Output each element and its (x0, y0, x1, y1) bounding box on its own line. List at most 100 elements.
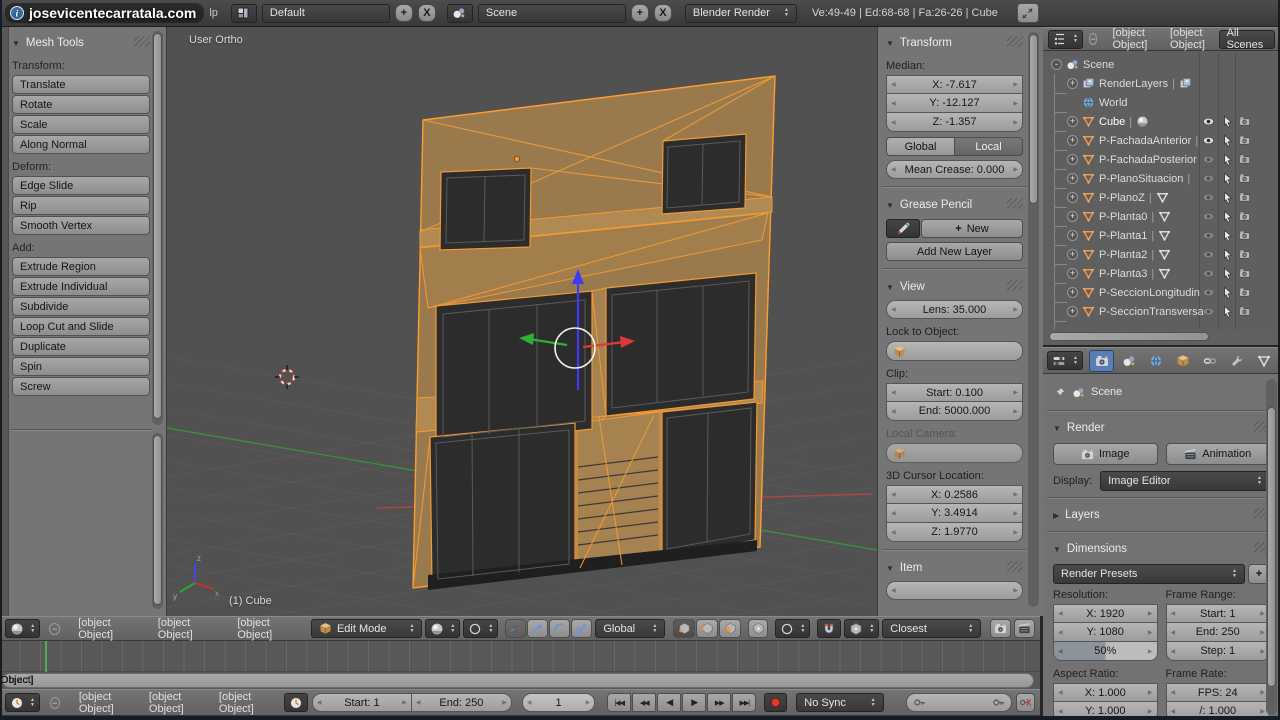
pushpin-icon[interactable] (1053, 386, 1066, 399)
selectable-pointer-icon[interactable] (1221, 267, 1234, 280)
current-frame-field[interactable]: 1 (521, 693, 596, 712)
expand-toggle-icon[interactable]: + (1067, 173, 1078, 184)
renderable-camera-icon[interactable] (1238, 305, 1251, 318)
tool-button[interactable]: Screw (12, 377, 150, 396)
limit-to-visible-button[interactable] (748, 619, 769, 638)
expand-toggle-icon[interactable]: + (1067, 268, 1078, 279)
timeline-editor-type-button[interactable] (5, 693, 40, 712)
aspect-field[interactable]: X: 1.000 (1053, 683, 1158, 702)
mesh-tools-panel-header[interactable]: ▼ Mesh Tools (12, 33, 150, 53)
outliner-row[interactable]: + P-Planta3 | (1043, 264, 1280, 284)
tool-button[interactable]: Along Normal (12, 135, 150, 154)
tool-button[interactable]: Loop Cut and Slide (12, 317, 150, 336)
play-reverse-button[interactable]: ◀ (657, 693, 682, 712)
tool-button[interactable]: Rip (12, 196, 150, 215)
dimensions-panel-header[interactable]: ▼ Dimensions (1053, 539, 1270, 559)
jump-to-start-button[interactable]: |◀◀ (607, 693, 632, 712)
properties-tab[interactable] (1116, 350, 1141, 372)
mean-crease-field[interactable]: Mean Crease: 0.000 (886, 160, 1023, 179)
outliner-row[interactable]: + P-FachadaPosterior | (1043, 150, 1280, 170)
play-button[interactable]: ▶ (682, 693, 707, 712)
selectable-pointer-icon[interactable] (1221, 153, 1234, 166)
previous-keyframe-button[interactable]: ◀◀ (632, 693, 657, 712)
expand-toggle-icon[interactable]: + (1067, 135, 1078, 146)
grease-pencil-panel-header[interactable]: ▼ Grease Pencil (886, 195, 1023, 215)
properties-tab[interactable] (1170, 350, 1195, 372)
timeline-menu-item[interactable]: [object Object] (210, 691, 280, 715)
scene-close-button[interactable]: X (653, 4, 672, 22)
outliner-row[interactable]: - Scene | (1043, 55, 1280, 74)
visibility-eye-icon[interactable] (1202, 172, 1215, 185)
select-face-button[interactable] (719, 619, 742, 638)
selectable-pointer-icon[interactable] (1221, 229, 1234, 242)
tool-button[interactable]: Subdivide (12, 297, 150, 316)
layout-close-button[interactable]: X (417, 4, 436, 22)
local-camera-field[interactable] (886, 443, 1023, 463)
tool-button[interactable]: Rotate (12, 95, 150, 114)
renderable-camera-icon[interactable] (1238, 191, 1251, 204)
outliner-row[interactable]: + P-Planta2 | (1043, 245, 1280, 265)
item-panel-header[interactable]: ▼ Item (886, 558, 1023, 578)
toolshelf-scrollbar2-thumb[interactable] (153, 435, 162, 605)
timeline-ruler[interactable]: [object Object][object Object][object Ob… (0, 641, 1040, 689)
display-select[interactable]: Image Editor (1100, 471, 1270, 491)
add-new-layer-button[interactable]: Add New Layer (886, 242, 1023, 261)
mode-select[interactable]: Edit Mode (310, 619, 423, 638)
frame-range-field[interactable]: Step: 1 (1165, 642, 1270, 661)
item-field[interactable] (886, 581, 1023, 600)
snap-element-button[interactable] (844, 619, 880, 638)
resolution-field[interactable]: Y: 1080 (1053, 623, 1158, 642)
selectable-pointer-icon[interactable] (1221, 248, 1234, 261)
visibility-eye-icon[interactable] (1202, 134, 1215, 147)
select-vertex-button[interactable] (673, 619, 696, 638)
delete-keyframe-button[interactable] (1015, 693, 1035, 712)
visibility-eye-icon[interactable] (1202, 305, 1215, 318)
expand-toggle-icon[interactable]: + (1067, 230, 1078, 241)
lock-object-field[interactable] (886, 341, 1023, 361)
renderable-camera-icon[interactable] (1238, 267, 1251, 280)
grease-new-button[interactable]: + New (921, 219, 1023, 238)
renderable-camera-icon[interactable] (1238, 153, 1251, 166)
expand-toggle-icon[interactable]: - (1051, 59, 1062, 70)
tool-button[interactable]: Scale (12, 115, 150, 134)
snap-toggle-button[interactable] (817, 619, 842, 638)
tool-button[interactable]: Duplicate (12, 337, 150, 356)
selectable-pointer-icon[interactable] (1221, 210, 1234, 223)
cursor-field[interactable]: Z: 1.9770 (886, 523, 1023, 542)
median-field[interactable]: Z: -1.357 (886, 113, 1023, 132)
clip-field[interactable]: End: 5000.000 (886, 402, 1023, 421)
outliner-row[interactable]: + P-PlanoZ | (1043, 188, 1280, 208)
median-field[interactable]: Y: -12.127 (886, 94, 1023, 113)
timeline-scrollbar[interactable] (2, 673, 1034, 688)
frame-rate-field[interactable]: FPS: 24 (1165, 683, 1270, 702)
manipulator-translate-button[interactable] (505, 619, 527, 638)
layout-select[interactable]: Default (261, 3, 390, 23)
collapse-menus-icon[interactable]: − (49, 622, 61, 635)
manipulator-move-button[interactable] (527, 619, 549, 638)
selectable-pointer-icon[interactable] (1221, 305, 1234, 318)
render-panel-header[interactable]: ▼ Render (1053, 418, 1270, 438)
tool-button[interactable]: Spin (12, 357, 150, 376)
renderable-camera-icon[interactable] (1238, 172, 1251, 185)
expand-toggle-icon[interactable]: + (1067, 154, 1078, 165)
cursor-field[interactable]: Y: 3.4914 (886, 504, 1023, 523)
tool-button[interactable]: Extrude Region (12, 257, 150, 276)
orientation-local-button[interactable]: Local (955, 137, 1023, 156)
outliner-menu-item[interactable]: [object Object] (1103, 27, 1161, 51)
properties-editor-type-button[interactable] (1047, 351, 1083, 370)
collapse-menus-icon[interactable]: − (49, 696, 60, 709)
clip-field[interactable]: Start: 0.100 (886, 383, 1023, 402)
visibility-eye-icon[interactable] (1202, 210, 1215, 223)
timeline-menu-item[interactable]: [object Object] (140, 691, 210, 715)
next-keyframe-button[interactable]: ▶▶ (707, 693, 732, 712)
scene-select[interactable]: Scene (477, 3, 626, 23)
tool-button[interactable]: Translate (12, 75, 150, 94)
selectable-pointer-icon[interactable] (1221, 115, 1234, 128)
selectable-pointer-icon[interactable] (1221, 191, 1234, 204)
visibility-eye-icon[interactable] (1202, 267, 1215, 280)
renderable-camera-icon[interactable] (1238, 115, 1251, 128)
keying-set-field[interactable] (905, 693, 1012, 712)
collapse-menus-icon[interactable]: − (1088, 33, 1098, 45)
tool-button[interactable]: Edge Slide (12, 176, 150, 195)
properties-tab[interactable] (1251, 350, 1276, 372)
